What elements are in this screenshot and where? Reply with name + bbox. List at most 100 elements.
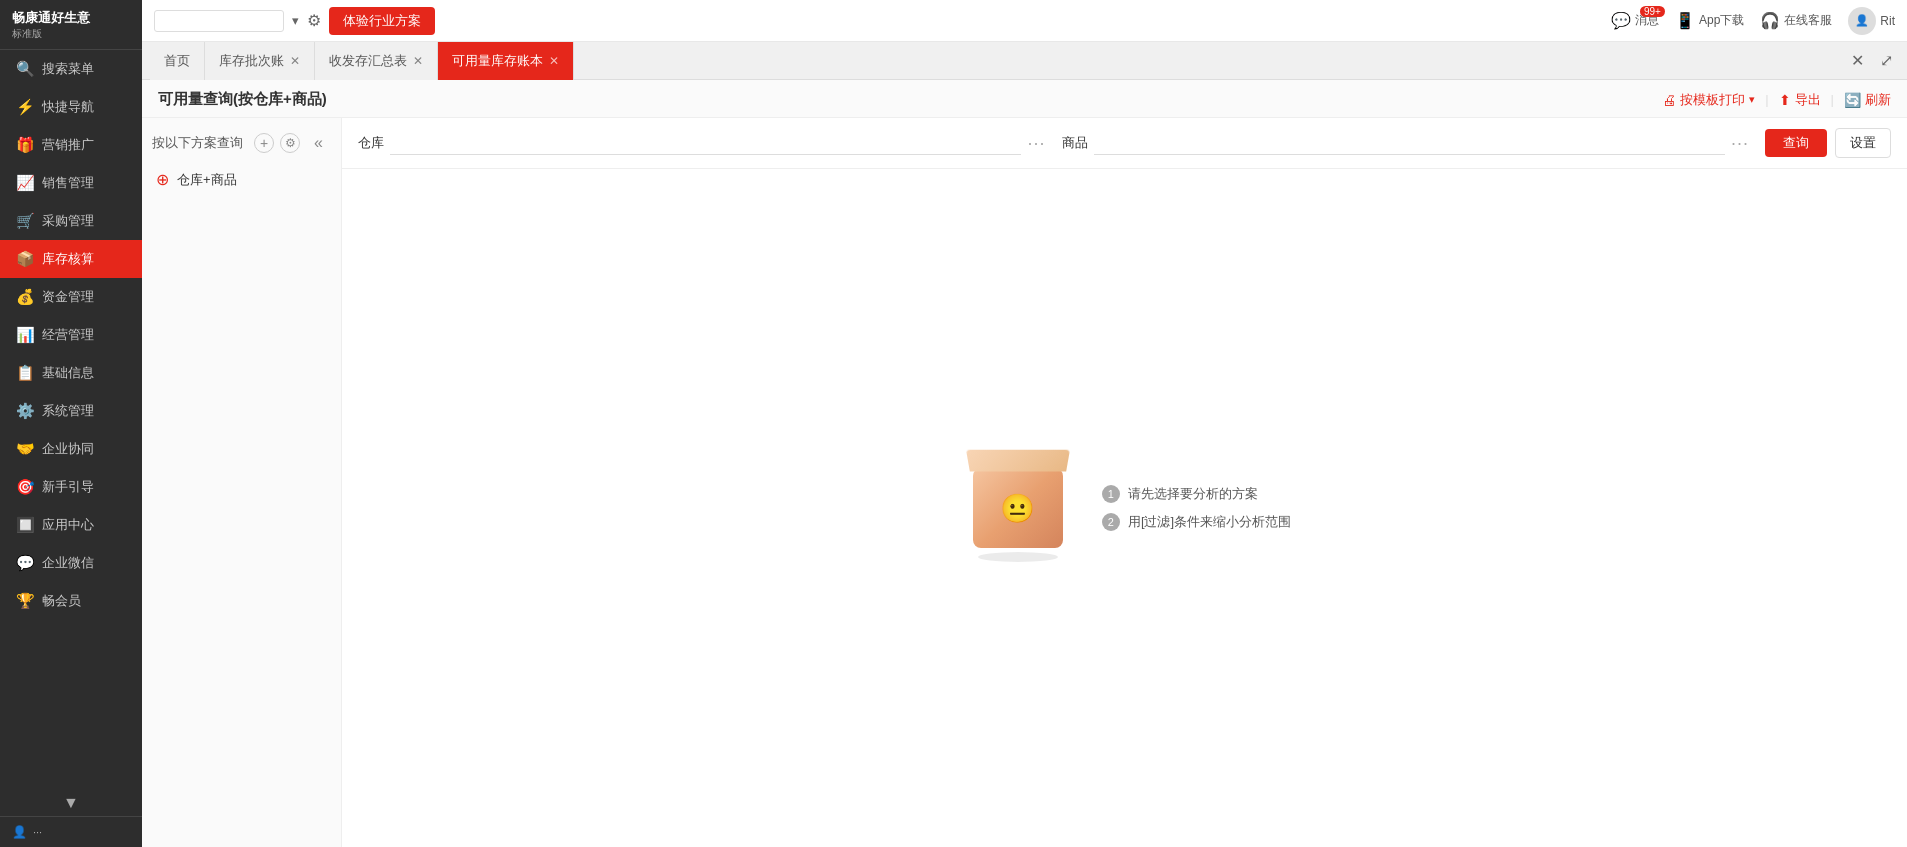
schema-item-warehouse-goods[interactable]: ⊕ 仓库+商品 (142, 162, 341, 197)
sidebar-item-corpwx[interactable]: 💬 企业微信 (0, 544, 142, 582)
sidebar-label-search: 搜索菜单 (42, 60, 94, 78)
empty-tip-1: 1 请先选择要分析的方案 (1102, 485, 1291, 503)
sidebar-item-marketing[interactable]: 🎁 营销推广 (0, 126, 142, 164)
sidebar-item-basic[interactable]: 📋 基础信息 (0, 354, 142, 392)
left-panel: 按以下方案查询 + ⚙ « ⊕ 仓库+商品 (142, 118, 342, 847)
export-icon: ⬆ (1779, 92, 1791, 108)
app-download-btn[interactable]: 📱 App下载 (1675, 11, 1744, 30)
add-schema-btn[interactable]: + (254, 133, 274, 153)
warehouse-more-btn[interactable]: ··· (1027, 133, 1045, 154)
tab-recv-summary-close[interactable]: ✕ (413, 54, 423, 68)
sidebar-label-inventory: 库存核算 (42, 250, 94, 268)
sidebar-label-corpwx: 企业微信 (42, 554, 94, 572)
operation-icon: 📊 (16, 326, 34, 344)
corp-icon: 🤝 (16, 440, 34, 458)
sidebar-item-system[interactable]: ⚙️ 系统管理 (0, 392, 142, 430)
sidebar-label-finance: 资金管理 (42, 288, 94, 306)
export-btn[interactable]: ⬆ 导出 (1779, 91, 1821, 109)
empty-illustration: 😐 (958, 448, 1078, 568)
finance-icon: 💰 (16, 288, 34, 306)
tab-home-label: 首页 (164, 52, 190, 70)
sidebar-item-finance[interactable]: 💰 资金管理 (0, 278, 142, 316)
refresh-btn[interactable]: 🔄 刷新 (1844, 91, 1891, 109)
message-icon: 💬 (1611, 11, 1631, 30)
sidebar-item-sales[interactable]: 📈 销售管理 (0, 164, 142, 202)
tab-batch-ledger[interactable]: 库存批次账 ✕ (205, 42, 315, 80)
page-title: 可用量查询(按仓库+商品) (158, 90, 327, 109)
content-area: 按以下方案查询 + ⚙ « ⊕ 仓库+商品 仓库 ··· (142, 118, 1907, 847)
basic-icon: 📋 (16, 364, 34, 382)
tab-available-ledger-label: 可用量库存账本 (452, 52, 543, 70)
topbar-search-input[interactable] (154, 10, 284, 32)
topbar-search-area (154, 10, 284, 32)
trial-btn[interactable]: 体验行业方案 (329, 7, 435, 35)
topbar-dropdown[interactable]: ▾ (292, 13, 299, 28)
sidebar-label-shortcut: 快捷导航 (42, 98, 94, 116)
tab-recv-summary[interactable]: 收发存汇总表 ✕ (315, 42, 438, 80)
warehouse-label: 仓库 (358, 134, 384, 152)
sidebar-label-appstore: 应用中心 (42, 516, 94, 534)
divider2: | (1831, 92, 1834, 107)
left-panel-title: 按以下方案查询 (152, 134, 243, 152)
goods-field: 商品 ··· (1062, 131, 1750, 155)
tip-text-2: 用[过滤]条件来缩小分析范围 (1128, 513, 1291, 531)
sidebar-label-newguide: 新手引导 (42, 478, 94, 496)
sidebar-item-newguide[interactable]: 🎯 新手引导 (0, 468, 142, 506)
topbar-gear-button[interactable]: ⚙ (307, 11, 321, 30)
sidebar-item-appstore[interactable]: 🔲 应用中心 (0, 506, 142, 544)
left-panel-icon-group: + ⚙ « (254, 132, 331, 154)
tab-batch-ledger-close[interactable]: ✕ (290, 54, 300, 68)
tab-home[interactable]: 首页 (150, 42, 205, 80)
user-icon: 👤 (12, 825, 27, 839)
tab-available-ledger-close[interactable]: ✕ (549, 54, 559, 68)
sidebar-item-search[interactable]: 🔍 搜索菜单 (0, 50, 142, 88)
left-panel-header: 按以下方案查询 + ⚙ « (142, 128, 341, 162)
empty-state: 😐 1 请先选择要分析的方案 2 用[过滤]条件来缩小分析范围 (342, 169, 1907, 847)
sidebar-item-shortcut[interactable]: ⚡ 快捷导航 (0, 88, 142, 126)
sidebar-item-corp[interactable]: 🤝 企业协同 (0, 430, 142, 468)
page-header-actions: 🖨 按模板打印 ▾ | ⬆ 导出 | 🔄 刷新 (1662, 91, 1891, 109)
app-download-icon: 📱 (1675, 11, 1695, 30)
tab-close-all-btn[interactable]: ✕ (1845, 49, 1870, 72)
sidebar-label-corp: 企业协同 (42, 440, 94, 458)
tip-num-1: 1 (1102, 485, 1120, 503)
sidebar-label-member: 畅会员 (42, 592, 81, 610)
message-btn[interactable]: 💬 消息 99+ (1611, 11, 1659, 30)
online-service-btn[interactable]: 🎧 在线客服 (1760, 11, 1832, 30)
sidebar-label-marketing: 营销推广 (42, 136, 94, 154)
query-btn[interactable]: 查询 (1765, 129, 1827, 157)
refresh-label: 刷新 (1865, 91, 1891, 109)
goods-input[interactable] (1094, 131, 1725, 155)
sidebar-item-purchase[interactable]: 🛒 采购管理 (0, 202, 142, 240)
warehouse-input[interactable] (390, 131, 1021, 155)
sidebar-item-member[interactable]: 🏆 畅会员 (0, 582, 142, 620)
goods-more-btn[interactable]: ··· (1731, 133, 1749, 154)
settings-schema-btn[interactable]: ⚙ (280, 133, 300, 153)
filter-action-group: 查询 设置 (1765, 128, 1891, 158)
tab-expand-btn[interactable]: ⤢ (1874, 49, 1899, 72)
tabbar-actions: ✕ ⤢ (1845, 49, 1899, 72)
app-download-label: App下载 (1699, 12, 1744, 29)
tab-available-ledger[interactable]: 可用量库存账本 ✕ (438, 42, 574, 80)
sidebar-item-operation[interactable]: 📊 经营管理 (0, 316, 142, 354)
print-dropdown-icon: ▾ (1749, 93, 1755, 106)
print-btn[interactable]: 🖨 按模板打印 ▾ (1662, 91, 1755, 109)
filter-bar: 仓库 ··· 商品 ··· 查询 设置 (342, 118, 1907, 169)
topbar: ▾ ⚙ 体验行业方案 💬 消息 99+ 📱 App下载 🎧 在线客服 👤 (142, 0, 1907, 42)
purchase-icon: 🛒 (16, 212, 34, 230)
user-avatar-btn[interactable]: 👤 Rit (1848, 7, 1895, 35)
collapse-panel-btn[interactable]: « (306, 132, 331, 154)
sidebar-item-inventory[interactable]: 📦 库存核算 (0, 240, 142, 278)
filter-settings-btn[interactable]: 设置 (1835, 128, 1891, 158)
shortcut-icon: ⚡ (16, 98, 34, 116)
schema-icon: ⊕ (156, 170, 169, 189)
marketing-icon: 🎁 (16, 136, 34, 154)
print-label: 按模板打印 (1680, 91, 1745, 109)
sales-icon: 📈 (16, 174, 34, 192)
tab-batch-ledger-label: 库存批次账 (219, 52, 284, 70)
sidebar-bottom-user[interactable]: 👤 ··· (0, 816, 142, 847)
chevron-down-icon: ▼ (63, 794, 79, 812)
right-panel: 仓库 ··· 商品 ··· 查询 设置 😐 (342, 118, 1907, 847)
app-subtitle: 标准版 (12, 27, 130, 41)
sidebar-scroll-down[interactable]: ▼ (0, 790, 142, 816)
